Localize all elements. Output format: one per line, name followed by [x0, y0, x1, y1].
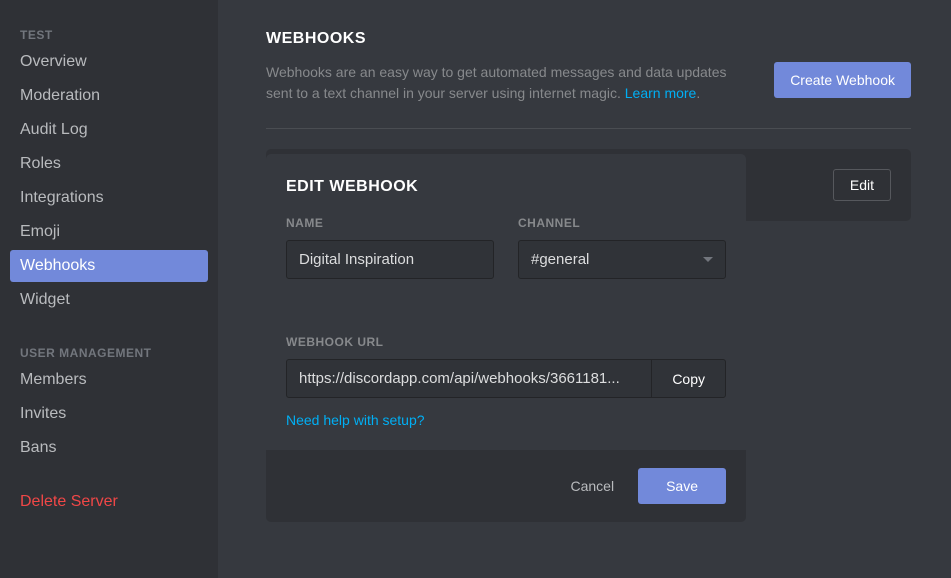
channel-label: CHANNEL [518, 216, 726, 230]
page-title: WEBHOOKS [266, 30, 911, 48]
webhook-url-input[interactable] [287, 360, 651, 397]
description-text: Webhooks are an easy way to get automate… [266, 62, 734, 104]
channel-select[interactable]: #general [518, 240, 726, 279]
edit-webhook-modal: EDIT WEBHOOK NAME CHANNEL #general [266, 154, 746, 522]
edit-webhook-button[interactable]: Edit [833, 169, 891, 201]
cancel-button[interactable]: Cancel [570, 478, 614, 494]
copy-button[interactable]: Copy [651, 360, 725, 397]
sidebar-item-integrations[interactable]: Integrations [10, 182, 208, 214]
sidebar-item-overview[interactable]: Overview [10, 46, 208, 78]
modal-title: EDIT WEBHOOK [286, 178, 726, 196]
create-webhook-button[interactable]: Create Webhook [774, 62, 911, 98]
save-button[interactable]: Save [638, 468, 726, 504]
url-section: WEBHOOK URL Copy Need help with setup? [286, 335, 726, 430]
modal-footer: Cancel Save [266, 450, 746, 522]
channel-group: CHANNEL #general [518, 216, 726, 279]
name-label: NAME [286, 216, 494, 230]
sidebar-item-moderation[interactable]: Moderation [10, 80, 208, 112]
sidebar-item-bans[interactable]: Bans [10, 432, 208, 464]
help-link[interactable]: Need help with setup? [286, 412, 425, 428]
chevron-down-icon [703, 257, 713, 262]
modal-body: EDIT WEBHOOK NAME CHANNEL #general [266, 154, 746, 450]
name-group: NAME [286, 216, 494, 279]
name-input[interactable] [286, 240, 494, 279]
sidebar-item-invites[interactable]: Invites [10, 398, 208, 430]
sidebar-section-test: TEST [10, 20, 208, 46]
main-content: WEBHOOKS Webhooks are an easy way to get… [218, 0, 951, 578]
sidebar: TEST Overview Moderation Audit Log Roles… [0, 0, 218, 578]
form-row: NAME CHANNEL #general [286, 216, 726, 279]
sidebar-item-members[interactable]: Members [10, 364, 208, 396]
channel-value: #general [531, 251, 589, 268]
sidebar-item-delete-server[interactable]: Delete Server [10, 486, 208, 518]
url-label: WEBHOOK URL [286, 335, 726, 349]
description-row: Webhooks are an easy way to get automate… [266, 62, 911, 129]
channel-select-wrapper: #general [518, 240, 726, 279]
sidebar-item-widget[interactable]: Widget [10, 284, 208, 316]
url-row: Copy [286, 359, 726, 398]
sidebar-item-webhooks[interactable]: Webhooks [10, 250, 208, 282]
sidebar-section-user-management: USER MANAGEMENT [10, 338, 208, 364]
sidebar-item-emoji[interactable]: Emoji [10, 216, 208, 248]
sidebar-item-roles[interactable]: Roles [10, 148, 208, 180]
learn-more-link[interactable]: Learn more [625, 85, 697, 101]
sidebar-item-audit-log[interactable]: Audit Log [10, 114, 208, 146]
